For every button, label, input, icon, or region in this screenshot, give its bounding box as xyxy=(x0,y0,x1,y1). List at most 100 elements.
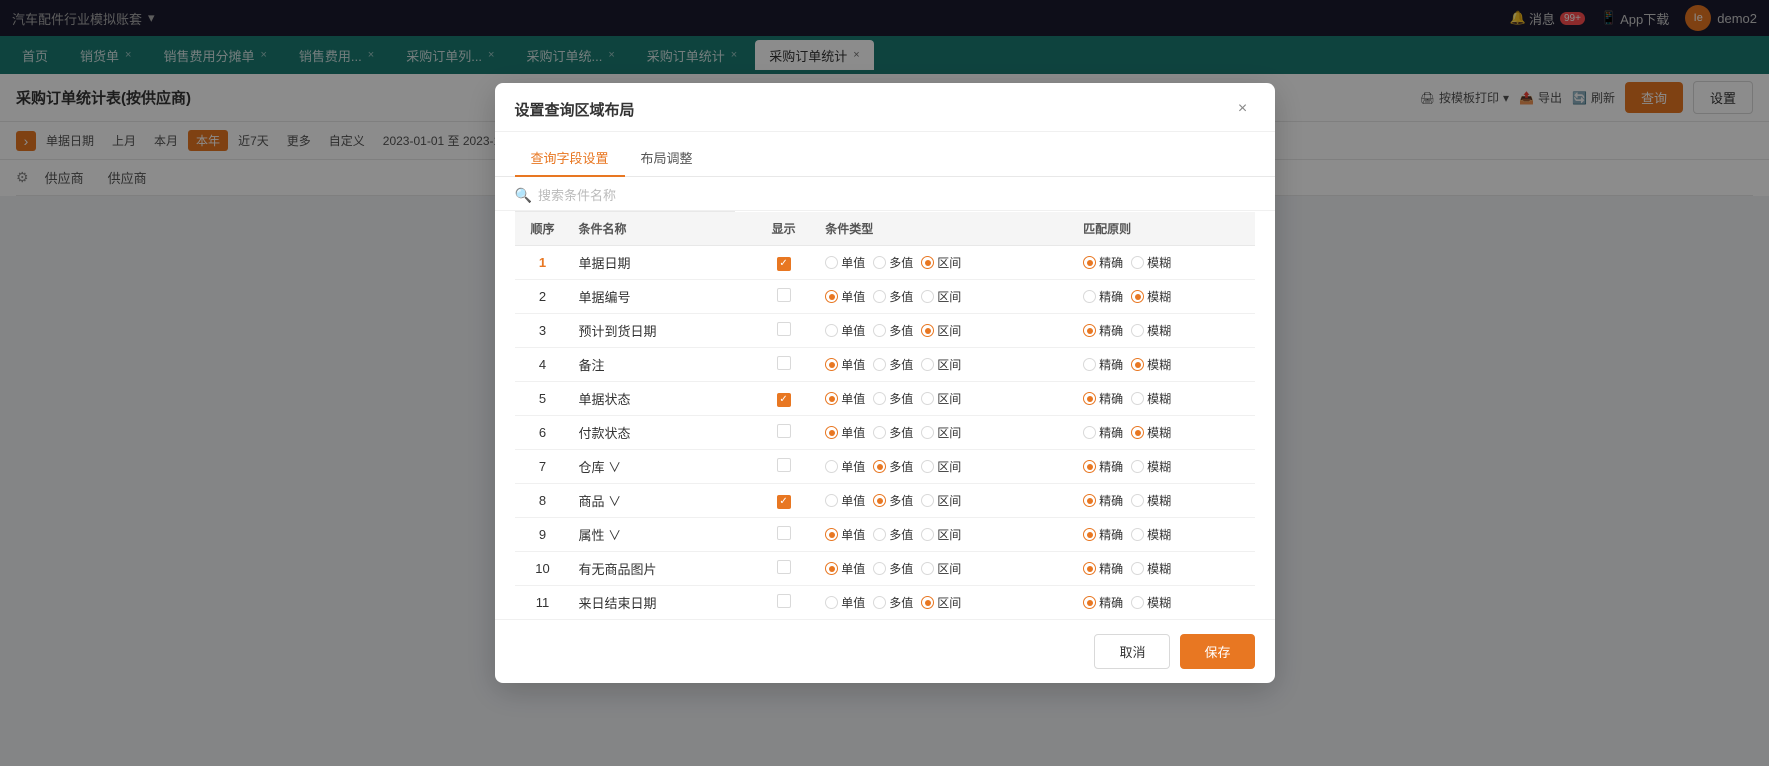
radio-type-range[interactable]: 区间 xyxy=(921,356,961,373)
radio-match-exact[interactable]: 精确 xyxy=(1083,390,1123,407)
radio-match-exact[interactable]: 精确 xyxy=(1083,254,1123,271)
tab-layout[interactable]: 布局调整 xyxy=(625,142,709,177)
radio-dot xyxy=(873,596,886,609)
row-match-radios: 精确模糊 xyxy=(1075,314,1254,348)
radio-type-single[interactable]: 单值 xyxy=(825,356,865,373)
radio-dot xyxy=(1083,460,1096,473)
radio-match-exact[interactable]: 精确 xyxy=(1083,356,1123,373)
radio-type-range[interactable]: 区间 xyxy=(921,594,961,611)
radio-type-single[interactable]: 单值 xyxy=(825,492,865,509)
checkbox[interactable] xyxy=(777,288,791,302)
radio-type-range[interactable]: 区间 xyxy=(921,560,961,577)
radio-match-fuzzy[interactable]: 模糊 xyxy=(1131,458,1171,475)
radio-dot xyxy=(1083,290,1096,303)
radio-type-multi[interactable]: 多值 xyxy=(873,526,913,543)
radio-type-single[interactable]: 单值 xyxy=(825,560,865,577)
radio-dot xyxy=(921,324,934,337)
row-name: 单据状态 xyxy=(571,382,750,416)
table-row: 9属性 ∨单值多值区间精确模糊 xyxy=(515,518,1255,552)
radio-match-fuzzy[interactable]: 模糊 xyxy=(1131,560,1171,577)
radio-match-exact[interactable]: 精确 xyxy=(1083,492,1123,509)
radio-type-single[interactable]: 单值 xyxy=(825,254,865,271)
col-display: 显示 xyxy=(750,212,817,246)
radio-type-range[interactable]: 区间 xyxy=(921,458,961,475)
radio-type-multi[interactable]: 多值 xyxy=(873,594,913,611)
radio-match-fuzzy[interactable]: 模糊 xyxy=(1131,390,1171,407)
radio-dot xyxy=(921,256,934,269)
dialog-close-button[interactable]: × xyxy=(1231,97,1255,121)
radio-type-multi[interactable]: 多值 xyxy=(873,458,913,475)
radio-type-multi[interactable]: 多值 xyxy=(873,254,913,271)
row-show-checkbox xyxy=(750,416,817,450)
radio-match-fuzzy[interactable]: 模糊 xyxy=(1131,492,1171,509)
radio-type-single[interactable]: 单值 xyxy=(825,594,865,611)
radio-match-exact[interactable]: 精确 xyxy=(1083,458,1123,475)
row-show-checkbox xyxy=(750,518,817,552)
checkbox[interactable] xyxy=(777,560,791,574)
table-row: 2单据编号单值多值区间精确模糊 xyxy=(515,280,1255,314)
save-button[interactable]: 保存 xyxy=(1180,634,1254,669)
row-order: 7 xyxy=(515,450,571,484)
checkbox[interactable] xyxy=(777,393,791,407)
radio-type-range[interactable]: 区间 xyxy=(921,322,961,339)
checkbox[interactable] xyxy=(777,594,791,608)
radio-type-range[interactable]: 区间 xyxy=(921,424,961,441)
radio-dot xyxy=(1131,460,1144,473)
radio-type-multi[interactable]: 多值 xyxy=(873,492,913,509)
radio-match-fuzzy[interactable]: 模糊 xyxy=(1131,526,1171,543)
radio-match-fuzzy[interactable]: 模糊 xyxy=(1131,288,1171,305)
checkbox[interactable] xyxy=(777,458,791,472)
checkbox[interactable] xyxy=(777,356,791,370)
cancel-button[interactable]: 取消 xyxy=(1094,634,1170,669)
radio-type-range[interactable]: 区间 xyxy=(921,526,961,543)
checkbox[interactable] xyxy=(777,495,791,509)
modal-overlay: 设置查询区域布局 × 查询字段设置 布局调整 🔍 顺序 条件名称 xyxy=(0,0,1769,766)
radio-match-exact[interactable]: 精确 xyxy=(1083,560,1123,577)
radio-type-single[interactable]: 单值 xyxy=(825,288,865,305)
radio-type-multi[interactable]: 多值 xyxy=(873,560,913,577)
row-order: 3 xyxy=(515,314,571,348)
radio-type-multi[interactable]: 多值 xyxy=(873,390,913,407)
radio-dot xyxy=(1083,256,1096,269)
row-show-checkbox xyxy=(750,450,817,484)
radio-type-single[interactable]: 单值 xyxy=(825,322,865,339)
radio-type-single[interactable]: 单值 xyxy=(825,458,865,475)
radio-type-range[interactable]: 区间 xyxy=(921,390,961,407)
radio-type-single[interactable]: 单值 xyxy=(825,390,865,407)
radio-match-exact[interactable]: 精确 xyxy=(1083,288,1123,305)
row-match-radios: 精确模糊 xyxy=(1075,484,1254,518)
row-type-radios: 单值多值区间 xyxy=(817,314,1075,348)
row-type-radios: 单值多值区间 xyxy=(817,246,1075,280)
radio-type-multi[interactable]: 多值 xyxy=(873,356,913,373)
table-row: 8商品 ∨单值多值区间精确模糊 xyxy=(515,484,1255,518)
checkbox[interactable] xyxy=(777,526,791,540)
checkbox[interactable] xyxy=(777,424,791,438)
radio-type-multi[interactable]: 多值 xyxy=(873,322,913,339)
radio-match-fuzzy[interactable]: 模糊 xyxy=(1131,356,1171,373)
checkbox[interactable] xyxy=(777,257,791,271)
radio-match-exact[interactable]: 精确 xyxy=(1083,526,1123,543)
dialog: 设置查询区域布局 × 查询字段设置 布局调整 🔍 顺序 条件名称 xyxy=(495,83,1275,683)
radio-type-multi[interactable]: 多值 xyxy=(873,288,913,305)
radio-type-range[interactable]: 区间 xyxy=(921,288,961,305)
search-input[interactable] xyxy=(538,188,738,203)
radio-match-fuzzy[interactable]: 模糊 xyxy=(1131,424,1171,441)
radio-match-exact[interactable]: 精确 xyxy=(1083,424,1123,441)
dialog-search-area: 🔍 xyxy=(495,177,1275,211)
radio-type-multi[interactable]: 多值 xyxy=(873,424,913,441)
row-match-radios: 精确模糊 xyxy=(1075,348,1254,382)
checkbox[interactable] xyxy=(777,322,791,336)
row-type-radios: 单值多值区间 xyxy=(817,416,1075,450)
row-name: 单据编号 xyxy=(571,280,750,314)
radio-type-range[interactable]: 区间 xyxy=(921,254,961,271)
radio-type-single[interactable]: 单值 xyxy=(825,526,865,543)
radio-match-fuzzy[interactable]: 模糊 xyxy=(1131,322,1171,339)
radio-type-range[interactable]: 区间 xyxy=(921,492,961,509)
radio-match-fuzzy[interactable]: 模糊 xyxy=(1131,254,1171,271)
radio-type-single[interactable]: 单值 xyxy=(825,424,865,441)
radio-dot xyxy=(921,494,934,507)
radio-match-exact[interactable]: 精确 xyxy=(1083,322,1123,339)
radio-match-exact[interactable]: 精确 xyxy=(1083,594,1123,611)
radio-match-fuzzy[interactable]: 模糊 xyxy=(1131,594,1171,611)
tab-query-fields[interactable]: 查询字段设置 xyxy=(515,142,625,177)
